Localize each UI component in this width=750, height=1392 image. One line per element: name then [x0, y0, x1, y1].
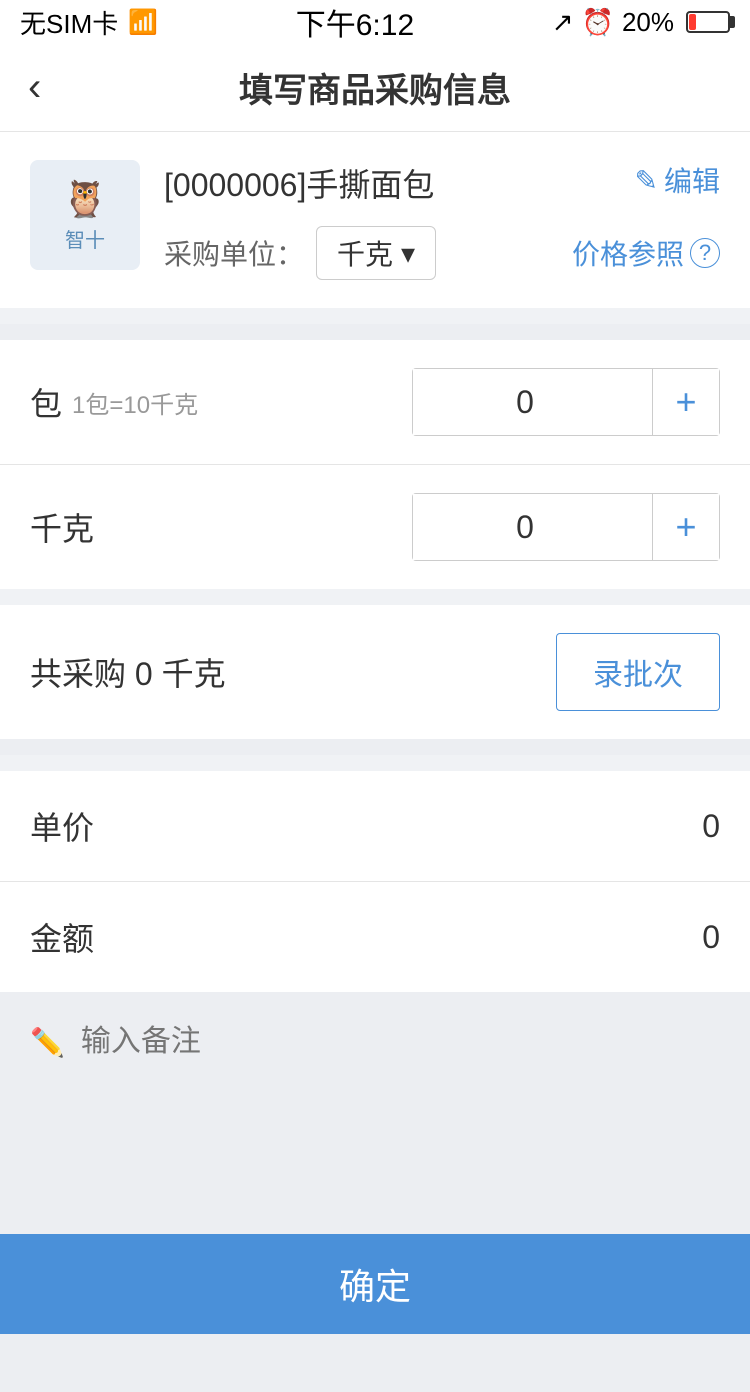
product-unit-row: 采购单位： 千克 ▾ 价格参照 ? — [164, 226, 720, 280]
edit-label: 编辑 — [664, 160, 720, 200]
kg-label: 千克 — [30, 504, 94, 550]
page-title: 填写商品采购信息 — [239, 63, 511, 112]
content-area: 🦉 智十 [0000006]手撕面包 ✎ 编辑 采购单位： 千克 ▾ — [0, 132, 750, 1392]
back-button[interactable]: ‹ — [28, 65, 41, 110]
pack-input-row: 包 1包=10千克 + — [0, 340, 750, 465]
unit-select[interactable]: 千克 ▾ — [316, 226, 436, 280]
pencil-icon: ✏️ — [30, 1026, 65, 1059]
pack-input-group: + — [412, 368, 720, 436]
pack-input[interactable] — [412, 368, 652, 436]
total-section: 共采购 0 千克 录批次 — [0, 605, 750, 739]
input-section: 包 1包=10千克 + 千克 + — [0, 340, 750, 589]
pack-sublabel: 1包=10千克 — [72, 385, 198, 420]
confirm-button[interactable]: 确定 — [0, 1234, 750, 1334]
nav-bar: ‹ 填写商品采购信息 — [0, 44, 750, 132]
status-bar-time: 下午6:12 — [296, 0, 414, 44]
divider-1 — [0, 324, 750, 340]
unit-price-label: 单价 — [30, 803, 94, 849]
product-card: 🦉 智十 [0000006]手撕面包 ✎ 编辑 采购单位： 千克 ▾ — [0, 132, 750, 308]
batch-button[interactable]: 录批次 — [556, 633, 720, 711]
status-bar-right: ↗ ⏰ 20% — [552, 7, 730, 38]
product-name: [0000006]手撕面包 — [164, 160, 434, 206]
unit-value: 千克 — [337, 233, 393, 273]
amount-value: 0 — [702, 919, 720, 956]
battery-icon — [686, 11, 730, 33]
unit-label: 采购单位： — [164, 233, 304, 273]
remarks-input[interactable] — [81, 1025, 720, 1059]
carrier-label: 无SIM卡 — [20, 4, 118, 41]
status-bar: 无SIM卡 📶 下午6:12 ↗ ⏰ 20% — [0, 0, 750, 44]
info-section: 单价 0 金额 0 — [0, 771, 750, 992]
product-image-label: 智十 — [65, 224, 105, 253]
battery-percent: 20% — [622, 7, 674, 38]
amount-label: 金额 — [30, 914, 94, 960]
price-ref-icon: ? — [690, 238, 720, 268]
unit-price-value: 0 — [702, 808, 720, 845]
price-ref-label: 价格参照 — [572, 233, 684, 273]
product-info: [0000006]手撕面包 ✎ 编辑 采购单位： 千克 ▾ 价格参照 ? — [164, 160, 720, 280]
edit-icon: ✎ — [635, 164, 658, 197]
kg-input[interactable] — [412, 493, 652, 561]
dropdown-arrow-icon: ▾ — [401, 237, 415, 270]
location-icon: ↗ — [552, 7, 574, 38]
product-logo: 🦉 — [63, 178, 108, 220]
wifi-icon: 📶 — [128, 8, 158, 37]
alarm-icon: ⏰ — [582, 7, 614, 38]
unit-price-row: 单价 0 — [0, 771, 750, 882]
kg-plus-button[interactable]: + — [652, 493, 720, 561]
kg-input-group: + — [412, 493, 720, 561]
kg-input-row: 千克 + — [0, 465, 750, 589]
product-image: 🦉 智十 — [30, 160, 140, 270]
price-ref-button[interactable]: 价格参照 ? — [572, 233, 720, 273]
pack-plus-button[interactable]: + — [652, 368, 720, 436]
divider-2 — [0, 739, 750, 755]
battery-fill — [689, 14, 696, 30]
remarks-section: ✏️ — [0, 992, 750, 1092]
product-header: [0000006]手撕面包 ✎ 编辑 — [164, 160, 720, 206]
edit-button[interactable]: ✎ 编辑 — [635, 160, 720, 200]
pack-label: 包 — [30, 379, 62, 425]
total-label: 共采购 0 千克 — [30, 649, 226, 695]
amount-row: 金额 0 — [0, 882, 750, 992]
status-bar-left: 无SIM卡 📶 — [20, 4, 158, 41]
